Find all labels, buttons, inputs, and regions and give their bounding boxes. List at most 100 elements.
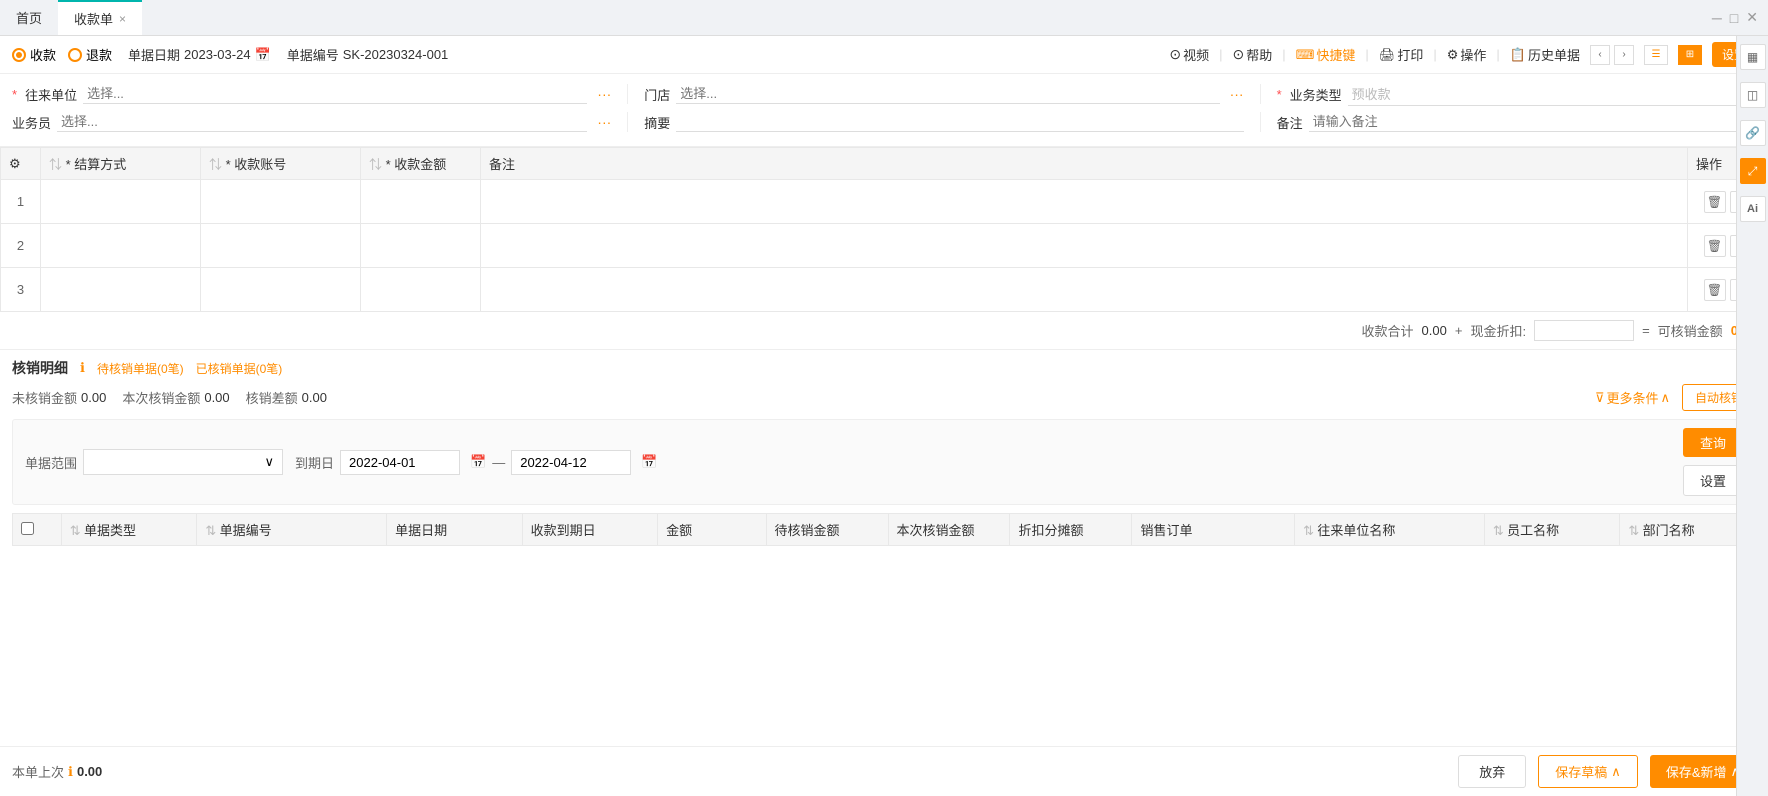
history-label: 历史单据 xyxy=(1528,45,1580,64)
sidebar-icon-2[interactable]: ◫ xyxy=(1740,82,1766,108)
cal-to-icon[interactable]: 📅 xyxy=(641,454,657,470)
row-1-settle[interactable] xyxy=(41,180,201,224)
row-2-settle[interactable] xyxy=(41,224,201,268)
store-more-icon[interactable]: ··· xyxy=(1230,86,1244,102)
row-3-num: 3 xyxy=(1,268,41,312)
abandon-button[interactable]: 放弃 xyxy=(1458,755,1526,788)
company-input[interactable] xyxy=(83,84,587,104)
form-area: * 往来单位 ··· 门店 ··· * 业务类型 预收款 ∨ xyxy=(0,74,1768,147)
toolbar-right: ⊙ 视频 | ⊙ 帮助 | ⌨ 快捷键 | 🖨 打印 | ⚙ 操作 xyxy=(1169,42,1756,67)
print-link[interactable]: 🖨 打印 xyxy=(1379,45,1424,64)
biz-type-select[interactable]: 预收款 ∨ xyxy=(1348,82,1756,106)
operation-link[interactable]: ⚙ 操作 xyxy=(1447,45,1487,64)
completed-tab[interactable]: 已核销单据(0笔) xyxy=(196,360,283,377)
pending-tab[interactable]: 待核销单据(0笔) xyxy=(97,360,184,377)
summary-row: 收款合计 0.00 + 现金折扣: = 可核销金额 0.00 xyxy=(0,312,1768,350)
row-3-amount[interactable] xyxy=(361,268,481,312)
row-3-account[interactable] xyxy=(201,268,361,312)
shortcut-link[interactable]: ⌨ 快捷键 xyxy=(1296,45,1356,64)
salesman-input[interactable] xyxy=(57,112,587,132)
uncleared-value: 0.00 xyxy=(81,390,106,405)
row-3-delete-btn[interactable]: 🗑 xyxy=(1704,279,1726,301)
more-filter-link[interactable]: ⊽ 更多条件 ∧ xyxy=(1595,388,1670,407)
right-sidebar: ▦ ◫ 🔗 ⤢ Ai xyxy=(1736,36,1768,796)
remark-input[interactable] xyxy=(1309,112,1756,132)
due-date-to[interactable] xyxy=(511,450,631,475)
row-2-amount[interactable] xyxy=(361,224,481,268)
radio-receive-label: 收款 xyxy=(30,45,56,64)
radio-receive[interactable]: 收款 xyxy=(12,45,56,64)
toolbar: 收款 退款 单据日期 2023-03-24 📅 单据编号 SK-20230324… xyxy=(0,36,1768,74)
due-date-field: 到期日 📅 — 📅 xyxy=(295,450,657,475)
row-1-account[interactable] xyxy=(201,180,361,224)
range-field: 单据范围 ∨ xyxy=(25,449,283,475)
due-date-from[interactable] xyxy=(340,450,460,475)
biz-required: * xyxy=(1277,87,1282,102)
tab-active[interactable]: 收款单 × xyxy=(58,0,142,35)
range-select[interactable]: ∨ xyxy=(83,449,283,475)
query-button[interactable]: 查询 xyxy=(1683,428,1743,457)
row-2-remark[interactable] xyxy=(481,224,1688,268)
radio-refund[interactable]: 退款 xyxy=(68,45,112,64)
discount-input[interactable] xyxy=(1534,320,1634,341)
col-order-header: 销售订单 xyxy=(1132,514,1295,546)
tab-home[interactable]: 首页 xyxy=(0,0,58,35)
cal-from-icon[interactable]: 📅 xyxy=(470,454,486,470)
row-3-settle[interactable] xyxy=(41,268,201,312)
row-1-remark[interactable] xyxy=(481,180,1688,224)
shortcut-label: 快捷键 xyxy=(1316,45,1355,64)
window-close-icon[interactable]: ✕ xyxy=(1746,9,1758,26)
summary-input[interactable] xyxy=(676,112,1243,132)
save-draft-button[interactable]: 保存草稿 ∧ xyxy=(1538,755,1638,788)
salesman-label: 业务员 xyxy=(12,113,51,132)
remark-field: 备注 xyxy=(1277,112,1756,132)
total-label: 收款合计 xyxy=(1362,321,1414,340)
company-more-icon[interactable]: ··· xyxy=(597,86,611,102)
row-1-num: 1 xyxy=(1,180,41,224)
window-min-icon[interactable]: ─ xyxy=(1712,10,1722,26)
col-settings-header[interactable]: ⚙ xyxy=(1,148,41,180)
select-all-checkbox[interactable] xyxy=(21,522,34,535)
save-draft-label: 保存草稿 xyxy=(1555,762,1607,781)
help-link[interactable]: ⊙ 帮助 xyxy=(1232,45,1272,64)
tab-close-icon[interactable]: × xyxy=(119,12,126,26)
filter-icon: ⊽ xyxy=(1595,390,1605,406)
company-required: * xyxy=(12,87,17,102)
filter-settings-btn[interactable]: 设置 xyxy=(1683,465,1743,496)
nav-arrows: ‹ › xyxy=(1590,45,1634,65)
row-2-account[interactable] xyxy=(201,224,361,268)
number-value: SK-20230324-001 xyxy=(343,47,449,62)
row-1-delete-btn[interactable]: 🗑 xyxy=(1704,191,1726,213)
table-row: 2 🗑 ⊕ xyxy=(1,224,1768,268)
nav-prev-btn[interactable]: ‹ xyxy=(1590,45,1610,65)
sort-icon-d: ⇅ xyxy=(1628,523,1639,538)
window-max-icon[interactable]: □ xyxy=(1730,10,1738,26)
biz-type-label: 业务类型 xyxy=(1290,85,1342,104)
tab-active-label: 收款单 xyxy=(74,9,113,28)
plus-sign: + xyxy=(1455,323,1463,338)
row-1-amount[interactable] xyxy=(361,180,481,224)
sidebar-icon-4[interactable]: ⤢ xyxy=(1740,158,1766,184)
sidebar-icon-1[interactable]: ▦ xyxy=(1740,44,1766,70)
footer-info-icon[interactable]: ℹ xyxy=(68,764,73,780)
bottom-table-header: ⇅ 单据类型 ⇅ 单据编号 单据日期 收款到期日 xyxy=(13,514,1756,546)
uncleared-label: 未核销金额 xyxy=(12,388,77,407)
grid-menu-btn[interactable]: ⊞ xyxy=(1678,45,1702,65)
sidebar-ai-icon[interactable]: Ai xyxy=(1740,196,1766,222)
row-3-remark[interactable] xyxy=(481,268,1688,312)
salesman-more-icon[interactable]: ··· xyxy=(597,114,611,130)
row-2-delete-btn[interactable]: 🗑 xyxy=(1704,235,1726,257)
page-footer: 本单上次 ℹ 0.00 放弃 保存草稿 ∧ 保存&新增 ∧ xyxy=(0,746,1768,796)
calendar-icon[interactable]: 📅 xyxy=(255,47,271,63)
nav-next-btn[interactable]: › xyxy=(1614,45,1634,65)
divider-3 xyxy=(627,112,628,132)
history-icon: 📋 xyxy=(1510,47,1526,63)
store-input[interactable] xyxy=(676,84,1219,104)
toolbar-number-field: 单据编号 SK-20230324-001 xyxy=(287,45,449,64)
verify-info-icon[interactable]: ℹ xyxy=(80,360,85,376)
video-link[interactable]: ⊙ 视频 xyxy=(1169,45,1209,64)
thistime-label: 本次核销金额 xyxy=(122,388,200,407)
sidebar-icon-3[interactable]: 🔗 xyxy=(1740,120,1766,146)
layout-menu-btn[interactable]: ☰ xyxy=(1644,45,1668,65)
history-link[interactable]: 📋 历史单据 xyxy=(1510,45,1580,64)
